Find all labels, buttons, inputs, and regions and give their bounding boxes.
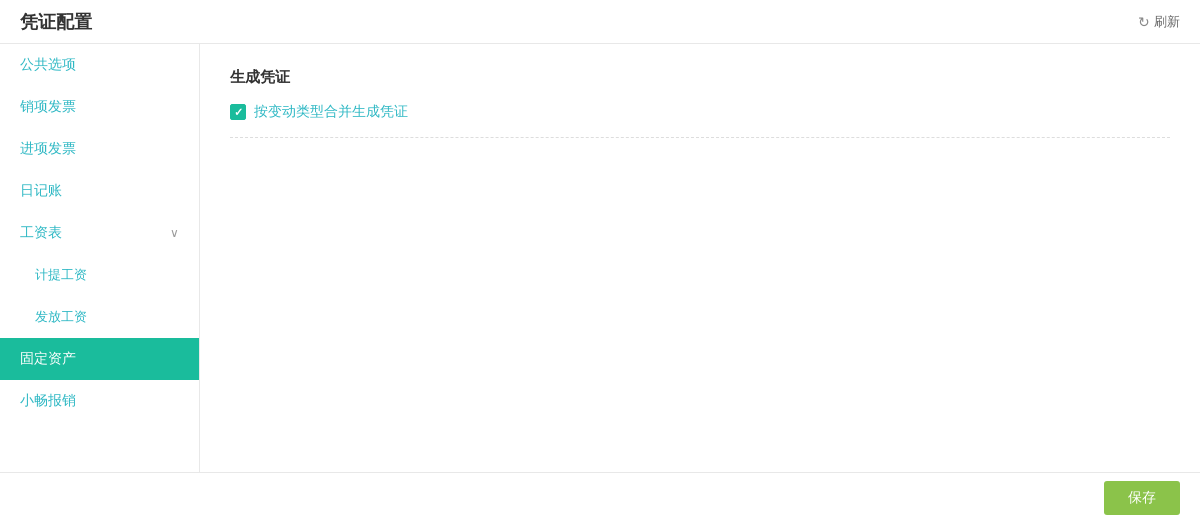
sidebar-item-public[interactable]: 公共选项 <box>0 44 199 86</box>
sidebar-item-label: 发放工资 <box>35 308 87 326</box>
chevron-down-icon: ∨ <box>170 226 179 240</box>
checkbox-label[interactable]: 按变动类型合并生成凭证 <box>254 103 408 121</box>
main-content: 公共选项销项发票进项发票日记账工资表 ∨ 计提工资发放工资固定资产小畅报销 生成凭证… <box>0 44 1200 472</box>
sidebar-item-purchase_invoice[interactable]: 进项发票 <box>0 128 199 170</box>
sidebar-item-payroll_accrual[interactable]: 计提工资 <box>0 254 199 296</box>
sidebar-item-label: 小畅报销 <box>20 392 76 410</box>
divider <box>230 137 1170 138</box>
sidebar-item-label: 计提工资 <box>35 266 87 284</box>
header: 凭证配置 ↻ 刷新 <box>0 0 1200 44</box>
sidebar-item-expense[interactable]: 小畅报销 <box>0 380 199 422</box>
page-wrapper: 凭证配置 ↻ 刷新 公共选项销项发票进项发票日记账工资表 ∨ 计提工资发放工资固定资… <box>0 0 1200 522</box>
sidebar-item-label: 销项发票 <box>20 98 76 116</box>
sidebar-item-label: 进项发票 <box>20 140 76 158</box>
footer: 保存 <box>0 472 1200 522</box>
sidebar-item-payroll[interactable]: 工资表 ∨ <box>0 212 199 254</box>
sidebar: 公共选项销项发票进项发票日记账工资表 ∨ 计提工资发放工资固定资产小畅报销 <box>0 44 200 472</box>
merge-checkbox[interactable] <box>230 104 246 120</box>
refresh-label: 刷新 <box>1154 13 1180 31</box>
save-button[interactable]: 保存 <box>1104 481 1180 515</box>
sidebar-item-journal[interactable]: 日记账 <box>0 170 199 212</box>
refresh-icon: ↻ <box>1138 14 1150 30</box>
checkbox-row: 按变动类型合并生成凭证 <box>230 103 1170 121</box>
sidebar-item-sales_invoice[interactable]: 销项发票 <box>0 86 199 128</box>
sidebar-item-label: 公共选项 <box>20 56 76 74</box>
refresh-button[interactable]: ↻ 刷新 <box>1138 13 1180 31</box>
page-title: 凭证配置 <box>20 10 92 34</box>
sidebar-item-payroll_issue[interactable]: 发放工资 <box>0 296 199 338</box>
sidebar-item-label: 工资表 <box>20 224 62 242</box>
section-title: 生成凭证 <box>230 68 1170 87</box>
sidebar-item-fixed_assets[interactable]: 固定资产 <box>0 338 199 380</box>
content-area: 生成凭证 按变动类型合并生成凭证 <box>200 44 1200 472</box>
sidebar-item-label: 日记账 <box>20 182 62 200</box>
sidebar-item-label: 固定资产 <box>20 350 76 368</box>
